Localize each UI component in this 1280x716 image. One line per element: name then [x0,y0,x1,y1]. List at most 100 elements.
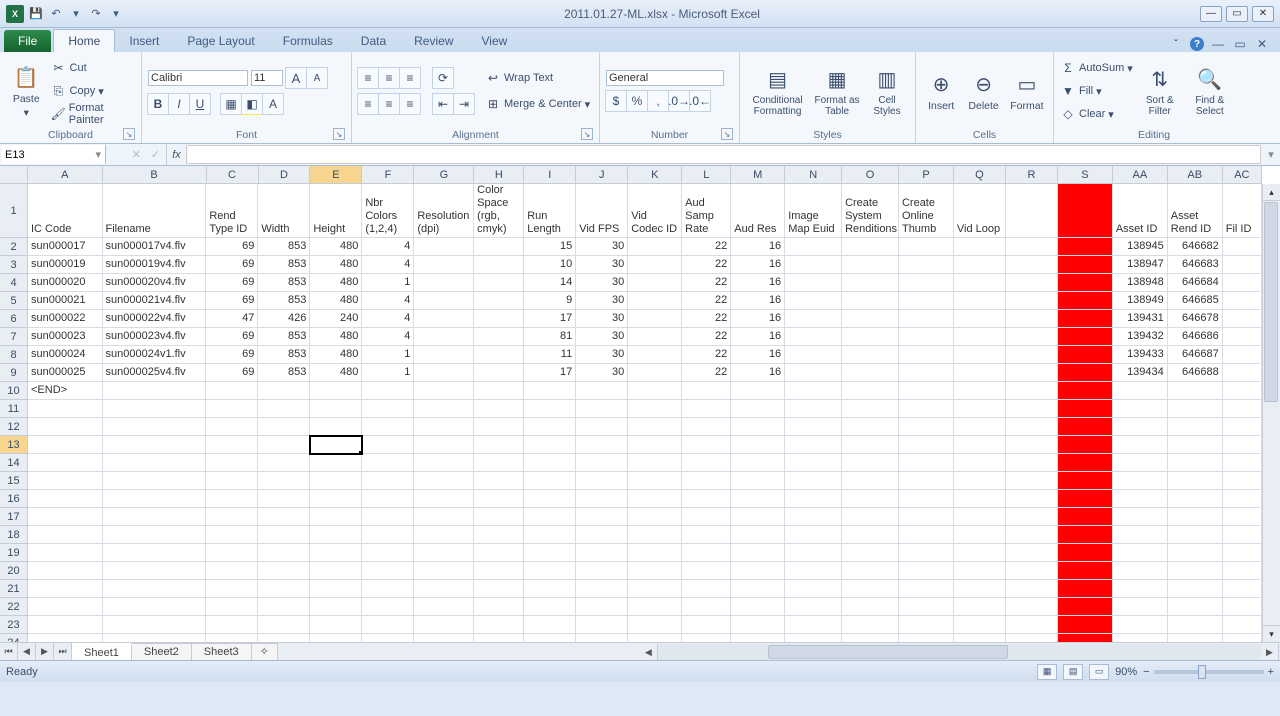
cell[interactable] [785,472,842,490]
cell[interactable] [362,508,414,526]
cell[interactable] [628,400,682,418]
cell[interactable] [1223,508,1262,526]
cell[interactable] [1223,472,1262,490]
tab-formulas[interactable]: Formulas [269,30,347,52]
fill-button[interactable]: ▼Fill ▾ [1060,80,1133,102]
tab-review[interactable]: Review [400,30,467,52]
name-box-dropdown-icon[interactable]: ▾ [95,148,101,161]
tab-data[interactable]: Data [347,30,400,52]
cell[interactable] [258,490,310,508]
tab-page-layout[interactable]: Page Layout [173,30,268,52]
cell[interactable]: sun000020v4.flv [103,274,207,292]
cell[interactable] [628,526,682,544]
insert-cells-button[interactable]: ⊕Insert [922,57,960,125]
vertical-scrollbar[interactable]: ▴ ▾ [1262,184,1280,642]
cell[interactable] [414,400,474,418]
cell[interactable] [474,526,524,544]
workbook-restore-button[interactable]: ▭ [1232,36,1248,52]
cell[interactable]: Create System Renditions [842,184,899,238]
cell[interactable] [628,310,682,328]
cell[interactable] [682,382,731,400]
cell[interactable] [1006,562,1058,580]
format-as-table-button[interactable]: ▦Format as Table [813,57,861,125]
cell[interactable] [1168,382,1223,400]
row-header-15[interactable]: 15 [0,472,27,490]
cell[interactable] [103,454,207,472]
cell[interactable] [474,418,524,436]
cell[interactable] [1113,598,1168,616]
row-header-21[interactable]: 21 [0,580,27,598]
format-painter-button[interactable]: 🖌Format Painter [51,103,135,125]
cell[interactable]: 22 [682,364,731,382]
cell[interactable]: 138948 [1113,274,1168,292]
cell[interactable] [1223,454,1262,472]
row-header-11[interactable]: 11 [0,400,27,418]
cell[interactable] [785,490,842,508]
ribbon-minimize-caret-icon[interactable]: ˇ [1168,36,1184,52]
cell[interactable] [628,616,682,634]
cell[interactable]: 646684 [1168,274,1223,292]
row-header-8[interactable]: 8 [0,346,27,364]
cell[interactable] [524,382,576,400]
col-header-B[interactable]: B [103,166,207,183]
cell[interactable] [1058,598,1113,616]
cell[interactable] [682,436,731,454]
cell[interactable] [576,544,628,562]
cell[interactable] [1168,562,1223,580]
cell[interactable]: 480 [310,328,362,346]
cell[interactable] [785,526,842,544]
cell[interactable] [785,238,842,256]
cell[interactable] [474,292,524,310]
col-header-J[interactable]: J [576,166,628,183]
row-header-6[interactable]: 6 [0,310,27,328]
row-header-20[interactable]: 20 [0,562,27,580]
cell[interactable] [206,490,258,508]
cell[interactable] [414,328,474,346]
cell[interactable] [785,310,842,328]
expand-formula-bar-icon[interactable]: ▾ [1262,144,1280,165]
col-header-R[interactable]: R [1006,166,1058,183]
cell[interactable]: 22 [682,328,731,346]
cell[interactable] [1113,472,1168,490]
cell[interactable] [258,472,310,490]
cell[interactable] [414,346,474,364]
cell[interactable] [954,598,1006,616]
cell[interactable] [954,562,1006,580]
cell[interactable]: 30 [576,238,628,256]
cell[interactable] [842,418,899,436]
font-color-button[interactable]: A [262,93,284,115]
cell[interactable] [1006,400,1058,418]
cell[interactable] [258,436,310,454]
cell[interactable] [731,472,785,490]
col-header-E[interactable]: E [310,166,362,183]
cell[interactable]: 9 [524,292,576,310]
cell[interactable] [1058,508,1113,526]
cell[interactable] [1006,364,1058,382]
cell[interactable] [628,346,682,364]
cell[interactable] [258,526,310,544]
cell[interactable] [1058,310,1113,328]
cell[interactable] [1168,616,1223,634]
cell[interactable] [1113,490,1168,508]
cell[interactable]: 69 [206,256,258,274]
cell[interactable] [731,544,785,562]
cell[interactable] [1113,526,1168,544]
cell[interactable] [1058,400,1113,418]
shrink-font-button[interactable]: A [306,67,328,89]
cell[interactable] [1113,382,1168,400]
cut-button[interactable]: ✂Cut [51,57,135,79]
cell[interactable] [414,436,474,454]
cell[interactable] [28,616,103,634]
cell[interactable]: 22 [682,256,731,274]
cell[interactable] [785,256,842,274]
undo-icon[interactable]: ↶ [48,6,64,22]
cell[interactable] [524,418,576,436]
cell[interactable]: sun000025 [28,364,103,382]
cell[interactable] [1168,418,1223,436]
cell[interactable] [362,526,414,544]
cell[interactable]: sun000024 [28,346,103,364]
cell[interactable] [899,436,954,454]
cell[interactable]: Asset Rend ID [1168,184,1223,238]
cell[interactable] [474,616,524,634]
cell[interactable] [682,472,731,490]
